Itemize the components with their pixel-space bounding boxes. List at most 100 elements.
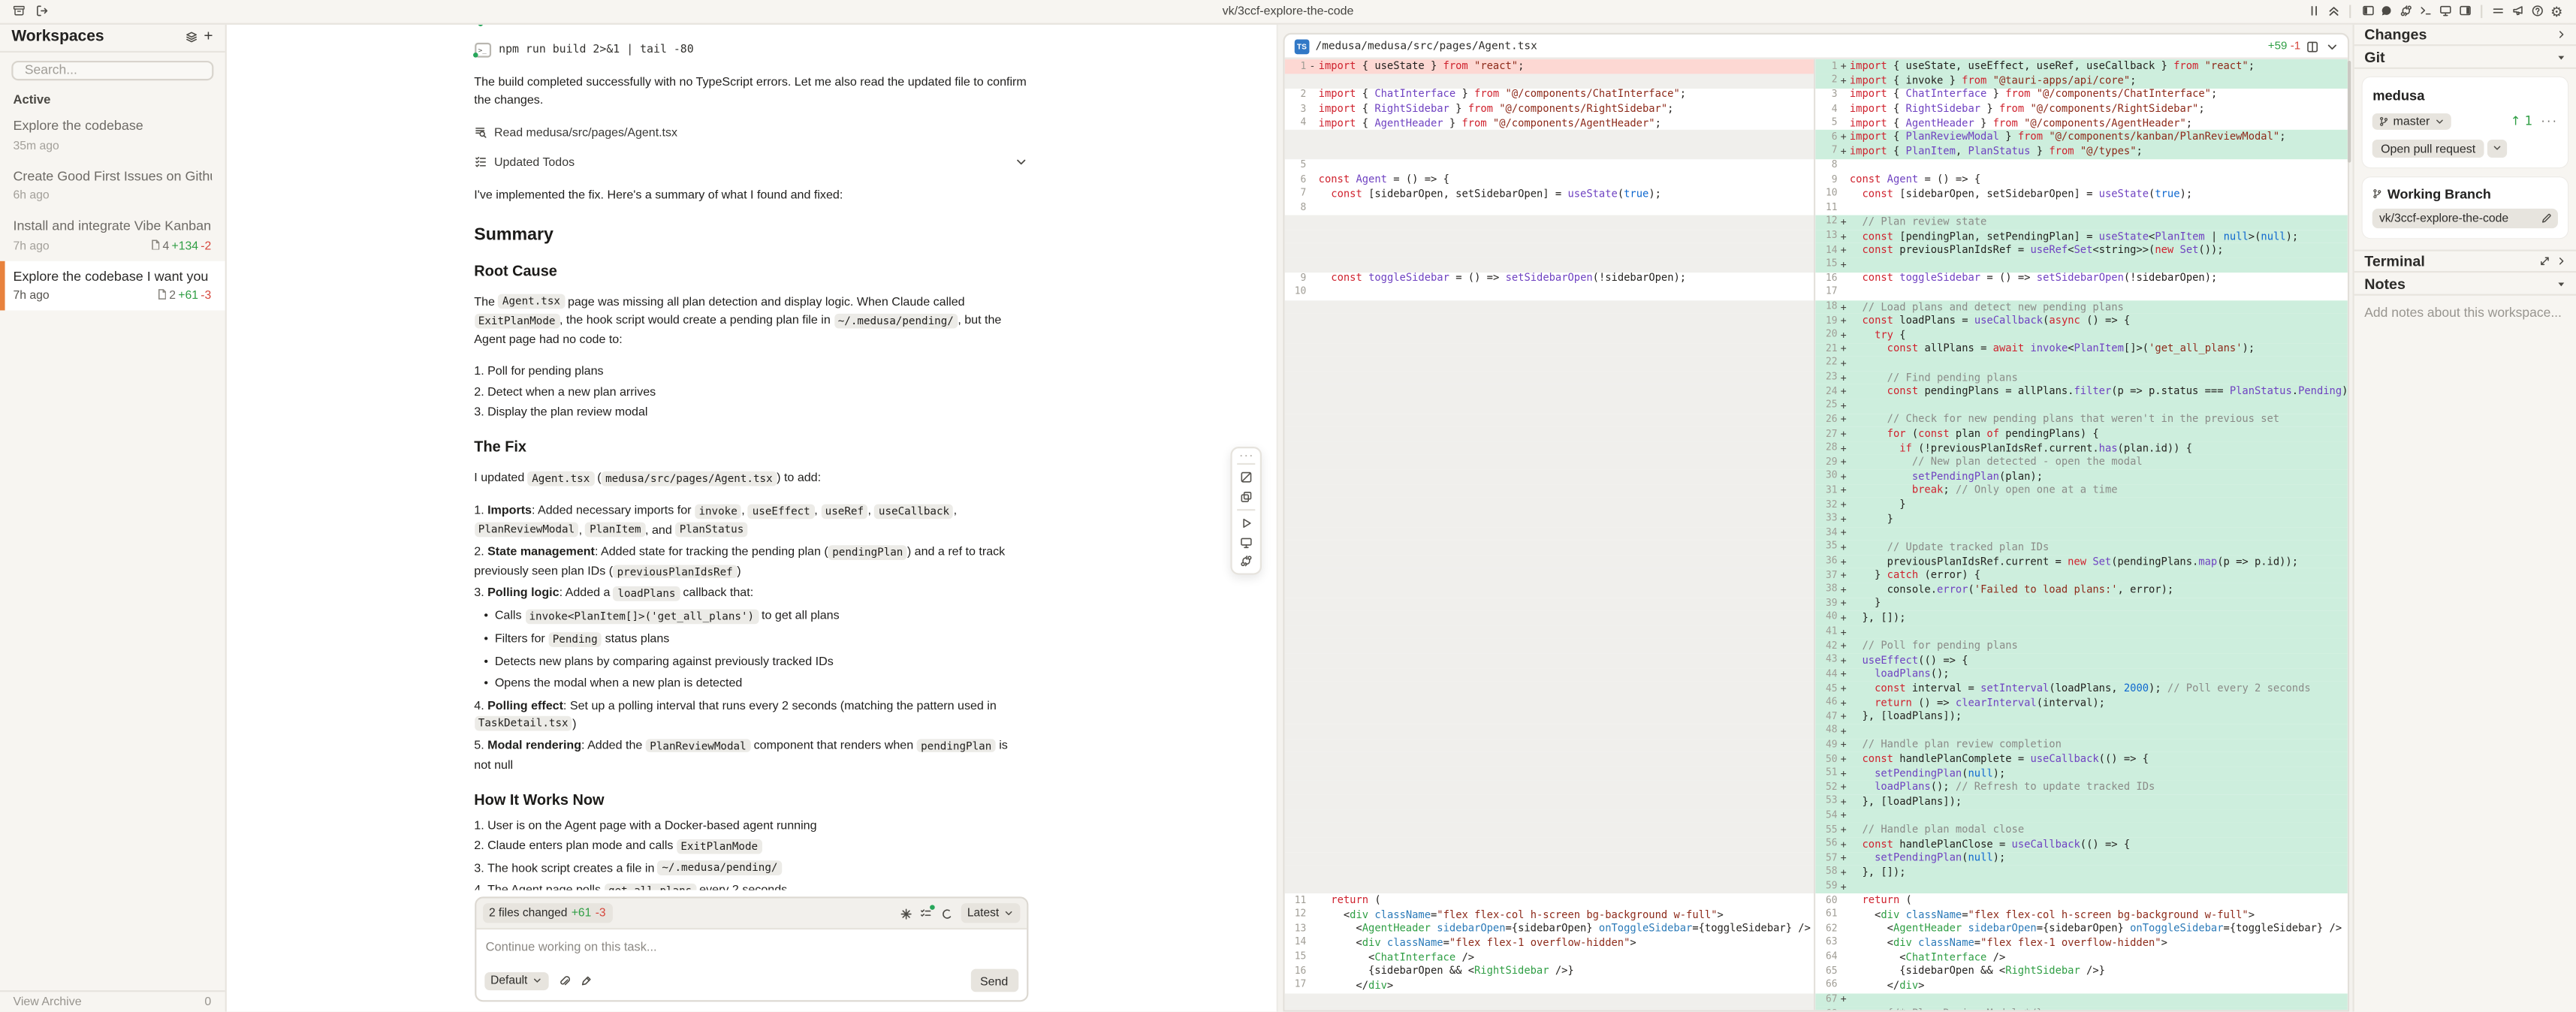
composer-header: 2 files changed +61 -3 Latest bbox=[475, 899, 1026, 929]
play-icon[interactable] bbox=[1240, 518, 1252, 530]
files-changed-chip[interactable]: 2 files changed +61 -3 bbox=[482, 904, 612, 923]
monitor-icon[interactable] bbox=[1240, 536, 1252, 548]
chat-transcript[interactable]: >_ npm run build 2>&1 | tail -80 The bui… bbox=[226, 24, 1276, 890]
layers-icon[interactable] bbox=[186, 32, 198, 44]
chevron-down-icon[interactable] bbox=[2325, 41, 2337, 53]
pencil-icon[interactable] bbox=[2541, 213, 2551, 223]
changes-section-header[interactable]: Changes bbox=[2354, 24, 2576, 47]
list-item: 4.The Agent page polls get_all_plans eve… bbox=[474, 880, 1027, 890]
diff-card: TS /medusa/medusa/src/pages/Agent.tsx +5… bbox=[1283, 34, 2349, 1012]
workspace-search[interactable] bbox=[11, 60, 213, 80]
copy-icon[interactable] bbox=[1240, 490, 1252, 502]
spark-icon[interactable] bbox=[900, 908, 912, 920]
branch-dropdown[interactable]: master bbox=[2372, 113, 2450, 130]
diff-line bbox=[1285, 583, 1814, 597]
tool-call-terminal[interactable]: >_ npm run build 2>&1 | tail -80 bbox=[474, 43, 1027, 57]
terminal-section-header[interactable]: Terminal bbox=[2354, 251, 2576, 273]
diff-line bbox=[1285, 781, 1814, 795]
gear-icon[interactable]: ⚙ bbox=[2550, 5, 2562, 18]
floating-toolbar bbox=[1230, 447, 1262, 574]
list-item: 2.Claude enters plan mode and calls Exit… bbox=[474, 836, 1027, 856]
list-item: 2.Detect when a new plan arrives bbox=[474, 382, 1027, 400]
sign-out-icon[interactable] bbox=[37, 5, 49, 17]
list-item: •Calls invoke<PlanItem[]>('get_all_plans… bbox=[474, 607, 1027, 626]
message-input[interactable]: Continue working on this task... bbox=[486, 940, 1017, 955]
git-section-header[interactable]: Git bbox=[2354, 47, 2576, 69]
tool-label: Updated Todos bbox=[494, 155, 575, 170]
git-compare-icon[interactable] bbox=[2400, 5, 2412, 17]
chevron-down-icon bbox=[532, 976, 541, 986]
chat-bubble-icon[interactable] bbox=[2381, 5, 2394, 17]
diff-line: 39+ } bbox=[1816, 597, 2347, 611]
inline-code: Agent.tsx bbox=[498, 294, 564, 309]
notes-section-header[interactable]: Notes bbox=[2354, 273, 2576, 296]
open-pull-request-button[interactable]: Open pull request bbox=[2372, 139, 2484, 157]
collapse-up-icon[interactable] bbox=[2328, 5, 2340, 17]
version-dropdown[interactable]: Latest bbox=[961, 904, 1019, 923]
diff-line: 51+ setPendingPlan(null); bbox=[1816, 767, 2347, 781]
diff-line: 5 bbox=[1285, 158, 1814, 173]
help-icon[interactable] bbox=[2531, 5, 2543, 17]
diff-line bbox=[1285, 427, 1814, 441]
working-branch-input[interactable]: vk/3ccf-explore-the-code bbox=[2372, 209, 2558, 227]
assistant-message: The build completed successfully with no… bbox=[474, 72, 1027, 108]
mode-dropdown[interactable]: Default bbox=[484, 971, 547, 990]
monitor-icon[interactable] bbox=[2439, 5, 2451, 17]
diff-stats: 2 +61 -3 bbox=[158, 288, 212, 303]
diff-line: 1+import { useState, useEffect, useRef, … bbox=[1816, 60, 2347, 74]
pause-icon[interactable] bbox=[2309, 5, 2321, 17]
diff-additions: +59 bbox=[2268, 41, 2288, 52]
diff-line: 6const Agent = () => { bbox=[1285, 173, 1814, 187]
diff-header[interactable]: TS /medusa/medusa/src/pages/Agent.tsx +5… bbox=[1285, 35, 2347, 60]
diff-line: 21+ const allPlans = await invoke<PlanIt… bbox=[1816, 342, 2347, 357]
caret-down-icon bbox=[2556, 279, 2566, 289]
send-button[interactable]: Send bbox=[970, 970, 1018, 992]
hide-diff-icon[interactable] bbox=[1240, 471, 1252, 483]
tool-call-todos[interactable]: Updated Todos bbox=[474, 155, 1027, 170]
search-input[interactable] bbox=[21, 62, 203, 80]
command-text: npm run build 2>&1 | tail -80 bbox=[499, 43, 694, 56]
how-it-works-list: 1.User is on the Agent page with a Docke… bbox=[474, 815, 1027, 890]
chevron-down-icon bbox=[1003, 908, 1013, 918]
workspace-item[interactable]: Create Good First Issues on Github So p6… bbox=[0, 160, 225, 210]
chevron-down-icon[interactable] bbox=[1016, 156, 1028, 168]
workspace-item[interactable]: Install and integrate Vibe Kanban Web (7… bbox=[0, 210, 225, 261]
drag-handle[interactable] bbox=[1240, 454, 1252, 456]
notes-input[interactable]: Add notes about this workspace... bbox=[2354, 296, 2576, 1012]
expand-icon[interactable] bbox=[2540, 256, 2550, 266]
diff-line bbox=[1285, 456, 1814, 470]
view-archive-button[interactable]: View Archive bbox=[14, 994, 82, 1009]
diff-line: 30+ setPendingPlan(plan); bbox=[1816, 470, 2347, 484]
brush-icon[interactable] bbox=[580, 975, 592, 987]
todo-status-icon[interactable] bbox=[921, 908, 933, 920]
checklist-icon bbox=[474, 156, 486, 168]
attach-icon[interactable] bbox=[558, 975, 570, 987]
diff-line bbox=[1285, 131, 1814, 145]
menu-icon[interactable] bbox=[2493, 5, 2505, 17]
diff-line bbox=[1285, 243, 1814, 258]
diff-line: 13+ const [pendingPlan, setPendingPlan] … bbox=[1816, 230, 2347, 244]
split-view-icon[interactable] bbox=[2307, 41, 2319, 53]
pull-request-options-button[interactable] bbox=[2487, 139, 2506, 157]
archive-box-icon[interactable] bbox=[14, 5, 26, 17]
inline-code: PlanItem bbox=[586, 523, 645, 538]
scrollbar[interactable] bbox=[2347, 60, 2351, 162]
diff-deletions: -1 bbox=[2291, 41, 2300, 52]
panel-left-icon[interactable] bbox=[2362, 5, 2374, 17]
terminal-icon: >_ bbox=[474, 43, 490, 57]
diff-line bbox=[1285, 682, 1814, 696]
diff-line: 15 <ChatInterface /> bbox=[1285, 950, 1814, 965]
megaphone-icon[interactable] bbox=[2512, 5, 2524, 17]
new-workspace-button[interactable]: + bbox=[204, 29, 213, 45]
tool-call-read[interactable]: Read medusa/src/pages/Agent.tsx bbox=[474, 124, 1027, 139]
panel-right-icon[interactable] bbox=[2459, 5, 2471, 17]
inline-code: Pending bbox=[548, 632, 602, 646]
workspace-item[interactable]: Explore the codebase35m ago bbox=[0, 110, 225, 161]
list-item: 3.The hook script creates a file in ~/.m… bbox=[474, 858, 1027, 878]
diff-line: 35+ // Update tracked plan IDs bbox=[1816, 541, 2347, 555]
more-menu-icon[interactable]: ··· bbox=[2541, 114, 2558, 129]
workspace-item[interactable]: Explore the codebase I want you to exp7h… bbox=[0, 261, 225, 311]
list-item: 1.Imports: Added necessary imports for i… bbox=[474, 501, 1027, 539]
terminal-icon[interactable] bbox=[2420, 5, 2432, 17]
git-compare-icon[interactable] bbox=[1240, 555, 1252, 567]
